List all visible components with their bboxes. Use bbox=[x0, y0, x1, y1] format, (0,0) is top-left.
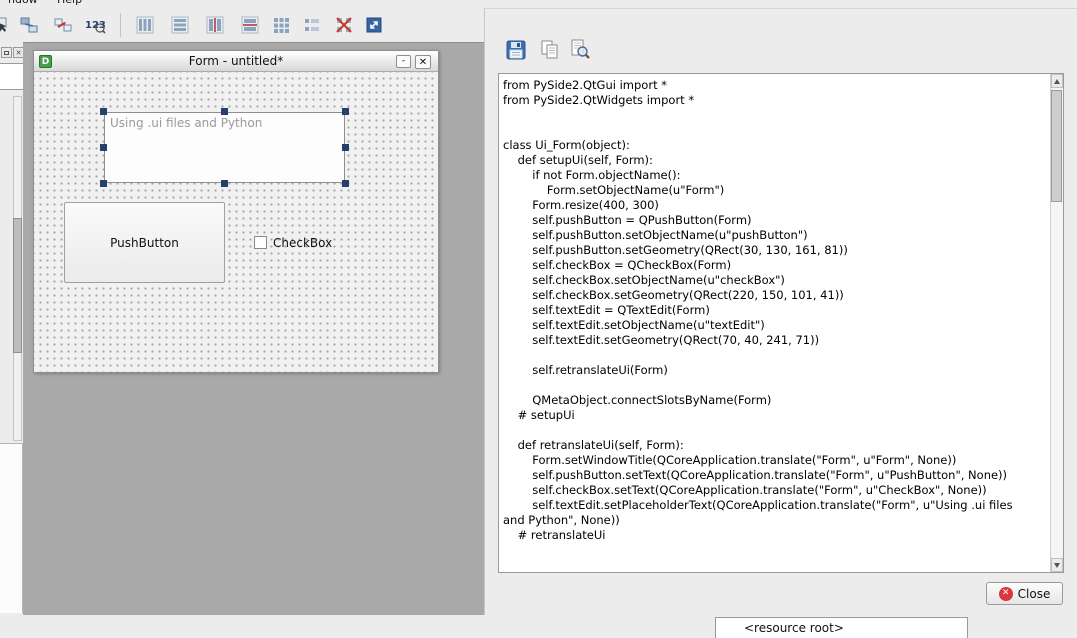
save-icon[interactable] bbox=[503, 37, 529, 63]
copy-icon[interactable] bbox=[537, 37, 563, 63]
layout-form-icon[interactable] bbox=[299, 12, 325, 38]
code-view[interactable]: from PySide2.QtGui import * from PySide2… bbox=[498, 73, 1064, 573]
textedit-placeholder: Using .ui files and Python bbox=[110, 116, 262, 130]
form-editor-window[interactable]: D Form - untitled* - ✕ Using .ui files a… bbox=[33, 50, 439, 373]
selection-handle[interactable] bbox=[100, 144, 107, 151]
resource-browser: <resource root> bbox=[715, 617, 968, 638]
close-dialog-button[interactable]: ✕ Close bbox=[986, 582, 1063, 605]
selection-handle[interactable] bbox=[100, 180, 107, 187]
scroll-up-button[interactable] bbox=[1051, 74, 1063, 88]
close-button[interactable]: ✕ bbox=[415, 55, 431, 69]
layout-horizontally-icon[interactable] bbox=[132, 12, 158, 38]
main-toolbar: 123 bbox=[0, 7, 484, 43]
menubar: ndow Help bbox=[0, 0, 484, 7]
edit-signals-slots-icon[interactable] bbox=[16, 12, 42, 38]
close-icon: ✕ bbox=[16, 49, 22, 57]
left-scrollbar-thumb[interactable] bbox=[13, 218, 22, 353]
selection-handle[interactable] bbox=[342, 144, 349, 151]
layout-vertical-splitter-icon[interactable] bbox=[237, 12, 263, 38]
break-layout-icon[interactable] bbox=[331, 12, 357, 38]
selection-handle[interactable] bbox=[221, 180, 228, 187]
close-circle-icon: ✕ bbox=[999, 587, 1013, 601]
resource-root-item[interactable]: <resource root> bbox=[744, 621, 844, 635]
qt-designer-window: ndow Help 123 bbox=[0, 0, 1077, 638]
dock-float-button[interactable] bbox=[1, 47, 12, 58]
form-window-title: Form - untitled* bbox=[34, 54, 438, 68]
adjust-size-icon[interactable] bbox=[361, 12, 387, 38]
arrow-up-icon bbox=[1054, 79, 1060, 84]
edit-buddies-icon[interactable] bbox=[50, 12, 76, 38]
menu-item-help[interactable]: Help bbox=[57, 0, 82, 6]
widgetbox-filter-input[interactable] bbox=[0, 63, 24, 90]
checkbox-label: CheckBox bbox=[273, 236, 332, 250]
code-scrollbar[interactable] bbox=[1050, 74, 1063, 572]
selection-handle[interactable] bbox=[100, 108, 107, 115]
layout-vertically-icon[interactable] bbox=[167, 12, 193, 38]
scroll-down-button[interactable] bbox=[1051, 558, 1063, 572]
layout-grid-icon[interactable] bbox=[268, 12, 294, 38]
menu-item-window[interactable]: ndow bbox=[8, 0, 38, 6]
textedit-widget[interactable]: Using .ui files and Python bbox=[104, 112, 345, 183]
selection-handle[interactable] bbox=[342, 108, 349, 115]
toolbar-separator bbox=[120, 13, 121, 37]
form-window-titlebar[interactable]: D Form - untitled* - ✕ bbox=[34, 51, 438, 72]
minimize-button[interactable]: - bbox=[396, 55, 411, 68]
find-icon[interactable] bbox=[567, 37, 593, 63]
layout-horizontal-splitter-icon[interactable] bbox=[202, 12, 228, 38]
selection-handle[interactable] bbox=[342, 180, 349, 187]
arrow-down-icon bbox=[1054, 563, 1060, 568]
checkbox-widget[interactable]: CheckBox bbox=[254, 222, 355, 263]
close-button-label: Close bbox=[1018, 587, 1051, 601]
form-canvas[interactable]: Using .ui files and Python PushButton Ch… bbox=[34, 72, 438, 372]
edit-widgets-icon[interactable] bbox=[0, 12, 13, 38]
generated-python-code[interactable]: from PySide2.QtGui import * from PySide2… bbox=[499, 74, 1048, 543]
checkbox-box[interactable] bbox=[254, 236, 267, 249]
selection-handle[interactable] bbox=[221, 108, 228, 115]
left-dock-panel bbox=[0, 443, 23, 613]
code-preview-dialog: from PySide2.QtGui import * from PySide2… bbox=[484, 8, 1077, 615]
edit-tab-order-icon[interactable]: 123 bbox=[82, 12, 108, 38]
scrollbar-thumb[interactable] bbox=[1051, 90, 1062, 202]
float-icon bbox=[4, 51, 9, 55]
pushbutton-widget[interactable]: PushButton bbox=[64, 202, 225, 283]
